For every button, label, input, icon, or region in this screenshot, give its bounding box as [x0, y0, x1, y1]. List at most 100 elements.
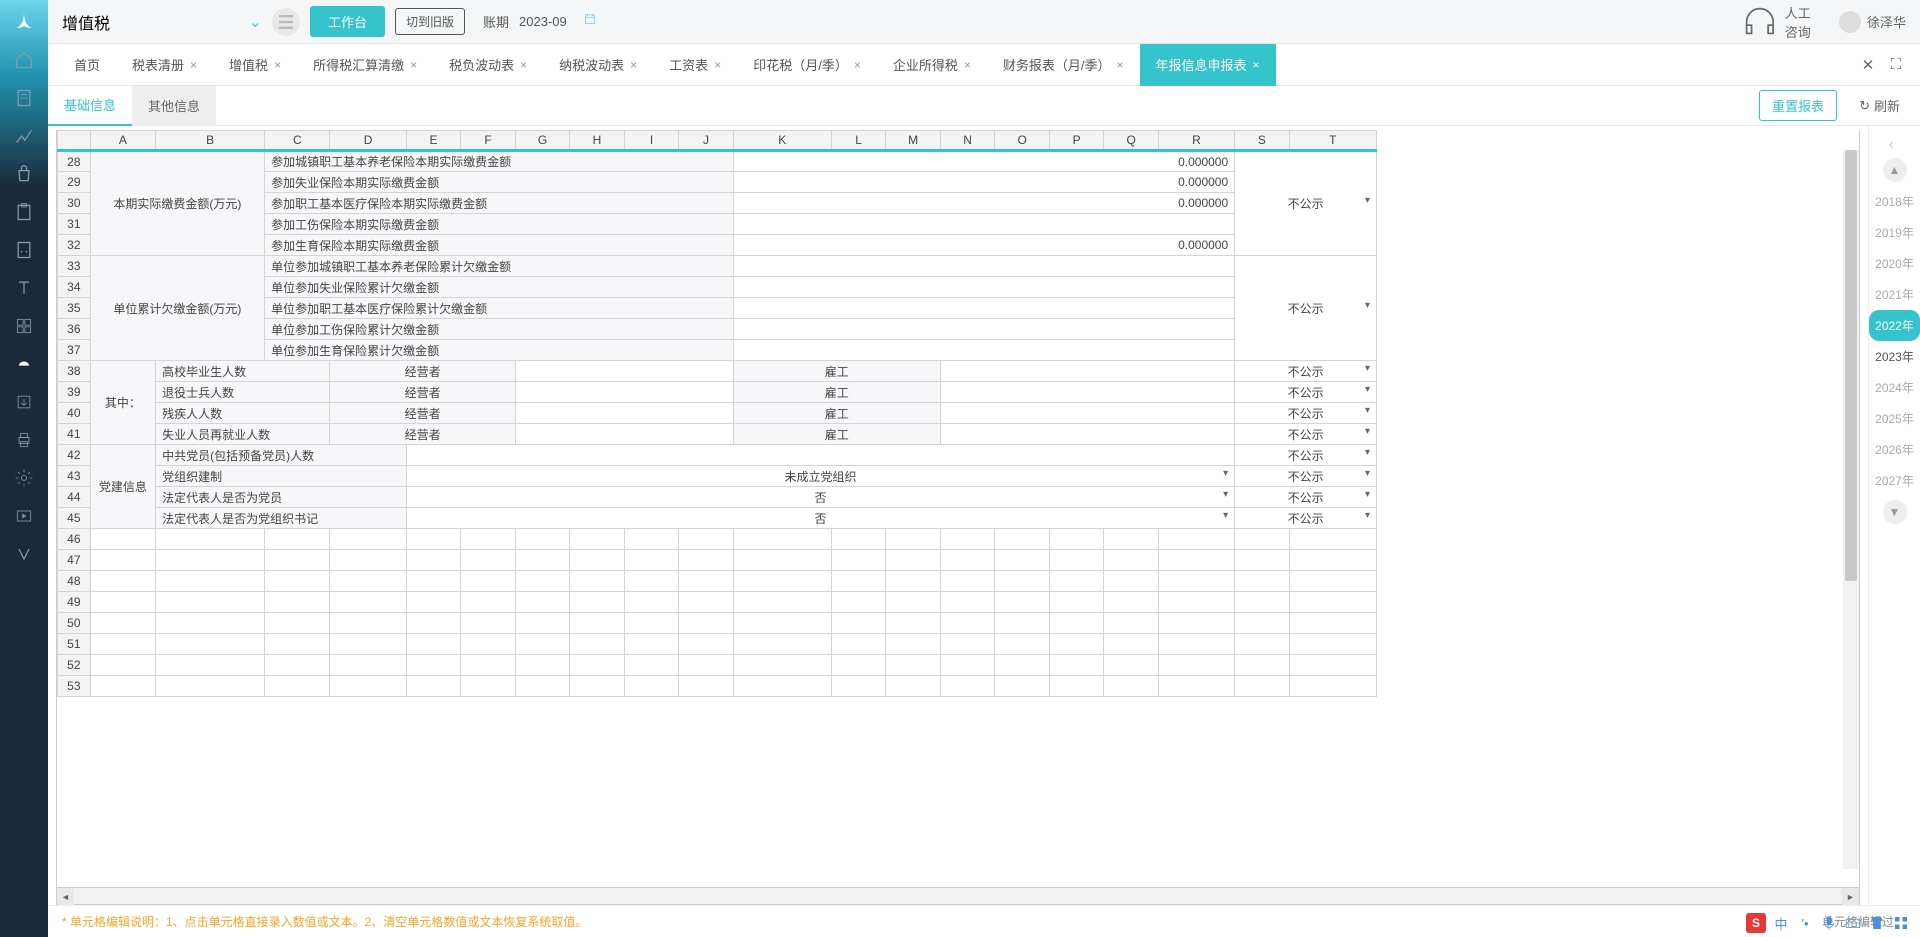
nav-bag-icon[interactable] — [14, 164, 34, 184]
user-menu[interactable]: 徐泽华 — [1839, 11, 1906, 33]
row-header[interactable]: 49 — [58, 592, 91, 613]
cell[interactable] — [995, 550, 1050, 571]
cell[interactable]: 不公示 — [1235, 487, 1377, 508]
cell[interactable] — [515, 592, 570, 613]
cell[interactable] — [515, 550, 570, 571]
cell[interactable]: 不公示 — [1235, 361, 1377, 382]
tab-印花税（月/季）[interactable]: 印花税（月/季）× — [737, 44, 877, 86]
year-2026年[interactable]: 2026年 — [1869, 434, 1920, 465]
tab-所得税汇算清缴[interactable]: 所得税汇算清缴× — [297, 44, 433, 86]
cell[interactable] — [515, 613, 570, 634]
row-header[interactable]: 29 — [58, 172, 91, 193]
cell[interactable] — [265, 655, 330, 676]
col-header[interactable]: I — [624, 131, 679, 151]
cell[interactable] — [156, 676, 265, 697]
row-header[interactable]: 43 — [58, 466, 91, 487]
cell[interactable] — [515, 634, 570, 655]
cell[interactable] — [406, 529, 461, 550]
cell[interactable] — [1289, 634, 1376, 655]
row-header[interactable]: 36 — [58, 319, 91, 340]
cell[interactable] — [624, 529, 679, 550]
cell[interactable] — [1235, 655, 1290, 676]
rail-handle-icon[interactable]: ‹ — [1889, 136, 1901, 154]
spreadsheet[interactable]: ABCDEFGHIJKLMNOPQRST28本期实际缴费金额(万元)参加城镇职工… — [56, 130, 1860, 888]
tab-纳税波动表[interactable]: 纳税波动表× — [543, 44, 653, 86]
cell[interactable] — [406, 550, 461, 571]
row-header[interactable]: 42 — [58, 445, 91, 466]
cell[interactable] — [90, 634, 155, 655]
col-header[interactable]: G — [515, 131, 570, 151]
nav-video-icon[interactable] — [14, 506, 34, 526]
year-2027年[interactable]: 2027年 — [1869, 465, 1920, 496]
cell[interactable] — [330, 613, 406, 634]
cell[interactable] — [1104, 529, 1159, 550]
cell[interactable] — [1104, 634, 1159, 655]
cell[interactable] — [461, 529, 516, 550]
close-icon[interactable]: × — [410, 58, 417, 72]
cell[interactable] — [1104, 613, 1159, 634]
cell[interactable] — [265, 592, 330, 613]
cell[interactable] — [265, 529, 330, 550]
cell[interactable] — [515, 382, 733, 403]
cell[interactable] — [156, 655, 265, 676]
cell[interactable] — [406, 571, 461, 592]
close-icon[interactable]: × — [630, 58, 637, 72]
cell[interactable] — [1289, 529, 1376, 550]
cell[interactable] — [461, 571, 516, 592]
col-header[interactable]: J — [679, 131, 734, 151]
cell[interactable] — [733, 613, 831, 634]
cell[interactable] — [733, 634, 831, 655]
cell[interactable] — [733, 340, 1234, 361]
col-header[interactable]: C — [265, 131, 330, 151]
close-icon[interactable]: × — [520, 58, 527, 72]
cell[interactable] — [733, 256, 1234, 277]
col-header[interactable]: P — [1049, 131, 1104, 151]
cell[interactable] — [406, 676, 461, 697]
cell[interactable] — [265, 550, 330, 571]
subtab-basic[interactable]: 基础信息 — [48, 86, 132, 126]
cell[interactable] — [1289, 571, 1376, 592]
row-header[interactable]: 52 — [58, 655, 91, 676]
cell[interactable]: 0.000000 — [733, 193, 1234, 214]
cell[interactable] — [90, 550, 155, 571]
cell[interactable] — [461, 676, 516, 697]
cell[interactable] — [515, 571, 570, 592]
cell[interactable] — [515, 676, 570, 697]
cell[interactable] — [1235, 529, 1290, 550]
cell[interactable] — [1104, 571, 1159, 592]
cell[interactable]: 不公示 — [1235, 382, 1377, 403]
cell[interactable] — [886, 571, 941, 592]
close-icon[interactable]: × — [714, 58, 721, 72]
support-link[interactable]: 人工咨询 — [1740, 2, 1813, 42]
cell[interactable]: 0.000000 — [733, 235, 1234, 256]
cell[interactable] — [570, 634, 625, 655]
cell[interactable] — [886, 613, 941, 634]
cell[interactable] — [831, 529, 886, 550]
cell[interactable]: 不公示 — [1235, 466, 1377, 487]
cell[interactable] — [570, 571, 625, 592]
nav-doc-icon[interactable] — [14, 88, 34, 108]
cell[interactable] — [570, 655, 625, 676]
ime-grid-icon[interactable] — [1892, 914, 1910, 932]
cell[interactable] — [940, 655, 995, 676]
row-header[interactable]: 37 — [58, 340, 91, 361]
cell[interactable] — [940, 529, 995, 550]
cell[interactable] — [831, 550, 886, 571]
cell[interactable] — [679, 655, 734, 676]
year-2021年[interactable]: 2021年 — [1869, 279, 1920, 310]
cell[interactable]: 不公示 — [1235, 403, 1377, 424]
col-header[interactable]: D — [330, 131, 406, 151]
cell[interactable] — [1158, 655, 1234, 676]
row-header[interactable]: 53 — [58, 676, 91, 697]
col-header[interactable]: M — [886, 131, 941, 151]
cell[interactable]: 否 — [406, 508, 1234, 529]
cell[interactable] — [570, 529, 625, 550]
cell[interactable] — [886, 529, 941, 550]
cell[interactable] — [831, 613, 886, 634]
row-header[interactable]: 30 — [58, 193, 91, 214]
cell[interactable] — [515, 424, 733, 445]
cell[interactable] — [90, 613, 155, 634]
nav-home-icon[interactable] — [14, 50, 34, 70]
cell[interactable] — [406, 613, 461, 634]
cell[interactable] — [886, 655, 941, 676]
